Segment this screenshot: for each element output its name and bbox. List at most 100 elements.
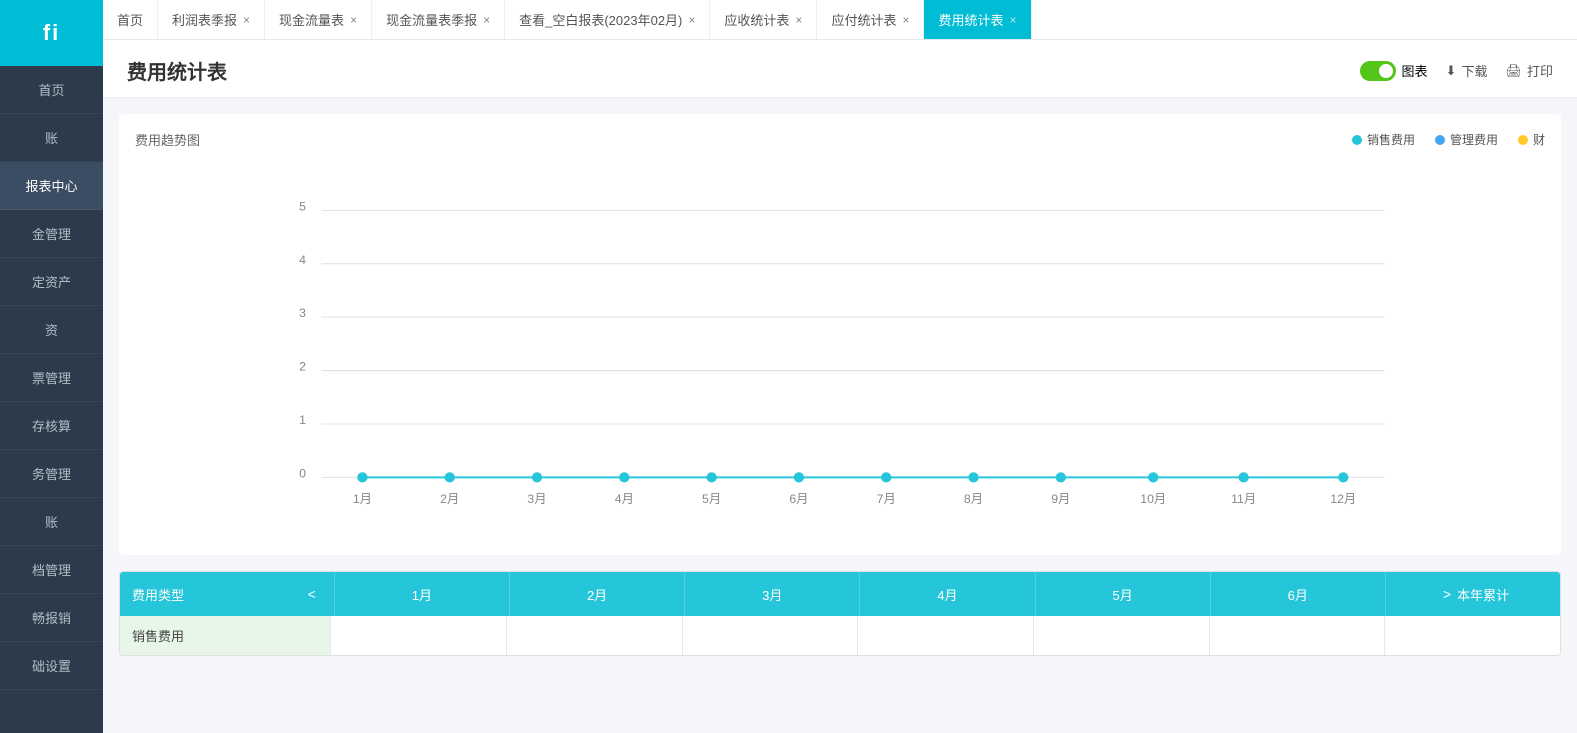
th-m2-label: 2月 (587, 585, 607, 604)
main-area: 首页 利润表季报 × 现金流量表 × 现金流量表季报 × 查看_空白报表(202… (103, 0, 1577, 733)
table-row: 销售费用 (120, 616, 1560, 655)
td-type: 销售费用 (120, 616, 331, 655)
tab-home[interactable]: 首页 (103, 0, 158, 39)
sidebar-item-funds[interactable]: 金管理 (0, 210, 103, 258)
chart-toggle-wrap[interactable]: 图表 (1360, 61, 1428, 81)
legend-admin: 管理费用 (1435, 131, 1498, 148)
chart-toggle-label: 图表 (1402, 61, 1428, 80)
legend-finance-label: 财 (1533, 131, 1545, 148)
print-icon: 🖨 (1505, 63, 1522, 79)
tab-cashflow-quarterly[interactable]: 现金流量表季报 × (372, 0, 505, 39)
tab-blank-report-close[interactable]: × (688, 13, 695, 27)
tab-profit[interactable]: 利润表季报 × (158, 0, 265, 39)
tab-blank-report[interactable]: 查看_空白报表(2023年02月) × (505, 0, 710, 39)
th-m5: 5月 (1036, 572, 1211, 616)
chart-container: 0 1 2 3 4 5 (135, 159, 1545, 539)
tab-profit-close[interactable]: × (243, 13, 250, 27)
sidebar-item-archives[interactable]: 档管理 (0, 546, 103, 594)
svg-text:3: 3 (299, 306, 306, 320)
chart-legend: 销售费用 管理费用 财 (1352, 131, 1545, 148)
sidebar-item-inventory[interactable]: 存核算 (0, 402, 103, 450)
th-m1: 1月 (335, 572, 510, 616)
td-m5 (1034, 616, 1210, 655)
th-m6: 6月 (1211, 572, 1386, 616)
download-button[interactable]: ⬇ 下载 (1446, 61, 1488, 80)
tab-payable-close[interactable]: × (902, 13, 909, 27)
td-m6 (1210, 616, 1386, 655)
svg-text:5月: 5月 (702, 492, 721, 506)
th-type-label: 费用类型 (132, 585, 184, 604)
sidebar-item-services[interactable]: 务管理 (0, 450, 103, 498)
table-body: 销售费用 (120, 616, 1560, 655)
page-title: 费用统计表 (127, 56, 227, 85)
sidebar-item-payroll[interactable]: 账 (0, 498, 103, 546)
nav-next[interactable]: > (1437, 584, 1457, 604)
sidebar-item-account[interactable]: 账 (0, 114, 103, 162)
chart-toggle[interactable] (1360, 61, 1396, 81)
svg-text:8月: 8月 (964, 492, 983, 506)
td-m3 (683, 616, 859, 655)
table-section: 费用类型 < 1月 2月 3月 4月 5月 (119, 571, 1561, 656)
th-m3: 3月 (685, 572, 860, 616)
svg-text:4: 4 (299, 253, 306, 267)
td-type-value: 销售费用 (132, 626, 184, 645)
tabs-bar: 首页 利润表季报 × 现金流量表 × 现金流量表季报 × 查看_空白报表(202… (103, 0, 1577, 40)
tab-blank-report-label: 查看_空白报表(2023年02月) (519, 10, 682, 29)
tab-cashflow-quarterly-close[interactable]: × (483, 13, 490, 27)
legend-sales-label: 销售费用 (1367, 131, 1415, 148)
svg-text:1: 1 (299, 413, 306, 427)
sidebar-item-settings[interactable]: 础设置 (0, 642, 103, 690)
th-type: 费用类型 < (120, 572, 335, 616)
svg-text:0: 0 (299, 466, 306, 480)
svg-text:2月: 2月 (440, 492, 459, 506)
nav-prev[interactable]: < (302, 584, 322, 604)
page-header: 费用统计表 图表 ⬇ 下载 🖨 打印 (103, 40, 1577, 98)
tab-profit-label: 利润表季报 (172, 10, 237, 29)
sidebar-item-reports[interactable]: 报表中心 (0, 162, 103, 210)
th-m3-label: 3月 (762, 585, 782, 604)
svg-text:5: 5 (299, 199, 306, 213)
svg-text:11月: 11月 (1231, 492, 1256, 506)
download-label: 下载 (1461, 61, 1487, 80)
th-m4-label: 4月 (937, 585, 957, 604)
sidebar-item-refund[interactable]: 畅报销 (0, 594, 103, 642)
chart-title: 费用趋势图 (135, 130, 200, 149)
sidebar-item-tickets[interactable]: 票管理 (0, 354, 103, 402)
tab-cashflow[interactable]: 现金流量表 × (265, 0, 372, 39)
tab-receivable-close[interactable]: × (795, 13, 802, 27)
th-m5-label: 5月 (1112, 585, 1132, 604)
sidebar-item-home[interactable]: 首页 (0, 66, 103, 114)
legend-sales: 销售费用 (1352, 131, 1415, 148)
legend-admin-dot (1435, 135, 1445, 145)
tab-receivable-label: 应收统计表 (724, 10, 789, 29)
print-label: 打印 (1527, 61, 1553, 80)
th-m6-label: 6月 (1288, 585, 1308, 604)
legend-finance: 财 (1518, 131, 1545, 148)
legend-admin-label: 管理费用 (1450, 131, 1498, 148)
header-actions: 图表 ⬇ 下载 🖨 打印 (1360, 61, 1553, 81)
tab-payable[interactable]: 应付统计表 × (817, 0, 924, 39)
td-m2 (507, 616, 683, 655)
sidebar-item-assets[interactable]: 定资产 (0, 258, 103, 306)
tab-expense-close[interactable]: × (1009, 13, 1016, 27)
tab-cashflow-close[interactable]: × (350, 13, 357, 27)
svg-text:10月: 10月 (1140, 492, 1166, 506)
th-m2: 2月 (510, 572, 685, 616)
tab-receivable[interactable]: 应收统计表 × (710, 0, 817, 39)
th-m4: 4月 (860, 572, 1035, 616)
svg-text:6月: 6月 (789, 492, 808, 506)
content-area: 费用统计表 图表 ⬇ 下载 🖨 打印 费用趋势图 (103, 40, 1577, 733)
legend-sales-dot (1352, 135, 1362, 145)
sidebar-logo: fi (0, 0, 103, 66)
download-icon: ⬇ (1446, 63, 1457, 79)
print-button[interactable]: 🖨 打印 (1505, 61, 1553, 80)
svg-text:4月: 4月 (615, 492, 634, 506)
th-ytd: > 本年累计 (1386, 572, 1560, 616)
tab-expense[interactable]: 费用统计表 × (924, 0, 1031, 39)
svg-text:1月: 1月 (353, 492, 372, 506)
svg-text:3月: 3月 (527, 492, 546, 506)
tab-payable-label: 应付统计表 (831, 10, 896, 29)
sidebar-item-investment[interactable]: 资 (0, 306, 103, 354)
tab-home-label: 首页 (117, 10, 143, 29)
svg-text:12月: 12月 (1330, 492, 1356, 506)
